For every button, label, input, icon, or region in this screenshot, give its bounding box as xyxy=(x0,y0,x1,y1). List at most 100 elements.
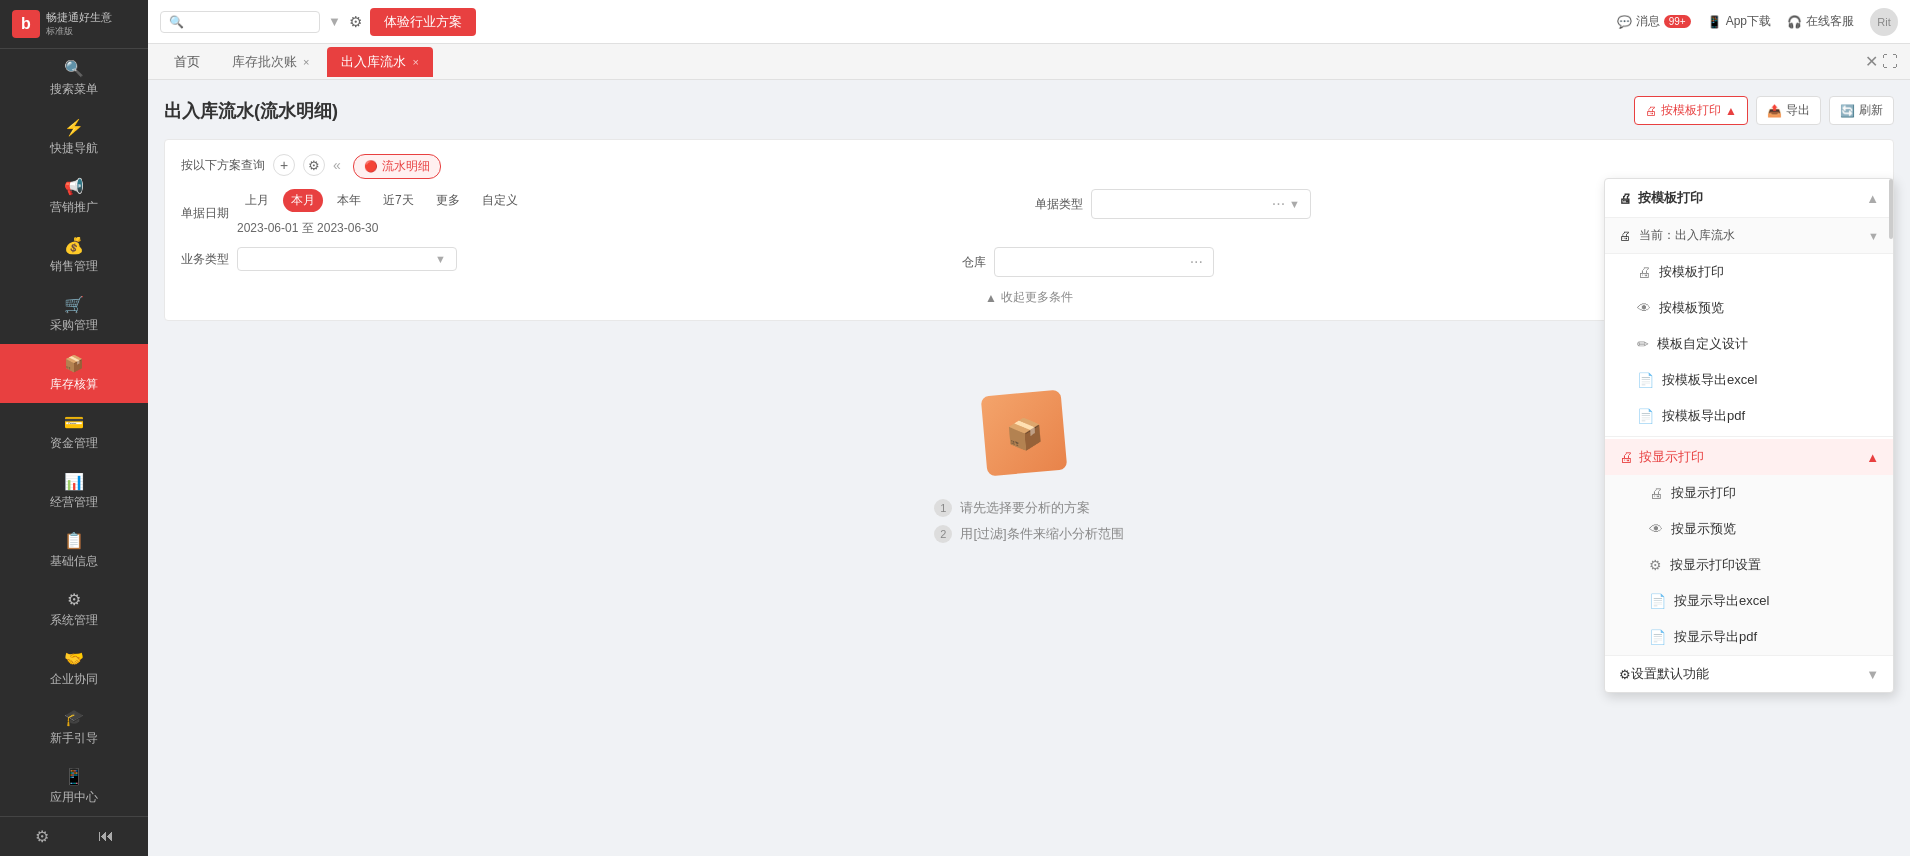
tab-close-inventory-batch[interactable]: × xyxy=(303,56,309,68)
dropdown-current-template[interactable]: 🖨 当前：出入库流水 ▼ xyxy=(1605,218,1893,254)
headset-icon: 🎧 xyxy=(1787,15,1802,29)
current-template-arrow-icon: ▼ xyxy=(1868,230,1879,242)
dropdown-display-print-settings[interactable]: ⚙ 按显示打印设置 xyxy=(1605,547,1893,583)
box-icon: 📦 xyxy=(64,354,84,373)
app-download-button[interactable]: 📱 App下载 xyxy=(1707,13,1771,30)
sidebar-item-basic[interactable]: 📋 基础信息 xyxy=(0,521,148,580)
filter-setting-button[interactable]: ⚙ xyxy=(303,154,325,176)
biz-type-group: 业务类型 ▼ xyxy=(181,247,950,271)
dropdown-display-print[interactable]: 🖨 按显示打印 xyxy=(1605,475,1893,511)
sidebar-item-purchase[interactable]: 🛒 采购管理 xyxy=(0,285,148,344)
settings-icon[interactable]: ⚙ xyxy=(35,827,49,846)
sidebar-item-cooperation[interactable]: 🤝 企业协同 xyxy=(0,639,148,698)
dropdown-footer-settings[interactable]: ⚙ 设置默认功能 ▼ xyxy=(1605,655,1893,692)
dropdown-export-excel-template[interactable]: 📄 按模板导出excel xyxy=(1605,362,1893,398)
voucher-type-more-icon[interactable]: ··· xyxy=(1272,195,1285,213)
topbar-gear-icon[interactable]: ⚙ xyxy=(349,13,362,31)
tab-inventory-flow[interactable]: 出入库流水 × xyxy=(327,47,432,77)
chart-icon: 📊 xyxy=(64,472,84,491)
search-input[interactable] xyxy=(188,15,311,29)
sidebar-item-system[interactable]: ⚙ 系统管理 xyxy=(0,580,148,639)
page-content: 出入库流水(流水明细) 🖨 按模板打印 ▲ 📤 导出 🔄 刷新 xyxy=(148,80,1910,856)
online-service-button[interactable]: 🎧 在线客服 xyxy=(1787,13,1854,30)
date-tab-custom[interactable]: 自定义 xyxy=(474,189,526,212)
date-tab-more[interactable]: 更多 xyxy=(428,189,468,212)
date-tab-last-month[interactable]: 上月 xyxy=(237,189,277,212)
dropdown-section-display-print[interactable]: 🖨 按显示打印 ▲ xyxy=(1605,439,1893,475)
tab-expand-button[interactable]: ⛶ xyxy=(1882,52,1898,71)
topbar-search[interactable]: 🔍 xyxy=(160,11,320,33)
collapse-filter-button[interactable]: « xyxy=(333,157,341,173)
sidebar-item-marketing[interactable]: 📢 营销推广 xyxy=(0,167,148,226)
sidebar-item-guide[interactable]: 🎓 新手引导 xyxy=(0,698,148,757)
tab-inventory-batch[interactable]: 库存批次账 × xyxy=(218,47,323,77)
warehouse-select[interactable]: ··· xyxy=(994,247,1214,277)
print-icon: 🖨 xyxy=(1645,104,1657,118)
date-picker-tabs: 上月 本月 本年 近7天 更多 自定义 xyxy=(237,189,526,212)
tabs-bar: 首页 库存批次账 × 出入库流水 × ✕ ⛶ xyxy=(148,44,1910,80)
trial-button[interactable]: 体验行业方案 xyxy=(370,8,476,36)
dropdown-display-export-pdf[interactable]: 📄 按显示导出pdf xyxy=(1605,619,1893,655)
export-button[interactable]: 📤 导出 xyxy=(1756,96,1821,125)
custom-template-icon: ✏ xyxy=(1637,336,1649,352)
sidebar-item-label: 营销推广 xyxy=(50,199,98,216)
sidebar-item-search[interactable]: 🔍 搜索菜单 xyxy=(0,49,148,108)
dropdown-header-arrow-icon[interactable]: ▲ xyxy=(1866,191,1879,206)
sidebar-item-label: 经营管理 xyxy=(50,494,98,511)
print-template-button[interactable]: 🖨 按模板打印 ▲ xyxy=(1634,96,1748,125)
excel-template-icon: 📄 xyxy=(1637,372,1654,388)
date-tab-this-year[interactable]: 本年 xyxy=(329,189,369,212)
scrollbar-thumb[interactable] xyxy=(1889,179,1893,239)
print-template-label: 按模板打印 xyxy=(1661,102,1721,119)
date-tab-7days[interactable]: 近7天 xyxy=(375,189,422,212)
display-preview-icon: 👁 xyxy=(1649,521,1663,537)
filter-chip-flow[interactable]: 🔴 流水明细 xyxy=(353,154,441,179)
tip-text-2: 用[过滤]条件来缩小分析范围 xyxy=(960,525,1123,543)
inventory-batch-tab-label: 库存批次账 xyxy=(232,53,297,71)
tab-close-all-button[interactable]: ✕ xyxy=(1865,52,1878,71)
current-template-label: 当前：出入库流水 xyxy=(1639,227,1735,244)
dropdown-export-pdf-template[interactable]: 📄 按模板导出pdf xyxy=(1605,398,1893,434)
dropdown-display-export-excel[interactable]: 📄 按显示导出excel xyxy=(1605,583,1893,619)
warehouse-more-icon[interactable]: ··· xyxy=(1190,253,1203,271)
pdf-template-icon: 📄 xyxy=(1637,408,1654,424)
logo-icon: b xyxy=(12,10,40,38)
collapse-more-label: 收起更多条件 xyxy=(1001,289,1073,306)
message-icon: 💬 xyxy=(1617,15,1632,29)
dropdown-arrow-icon[interactable]: ▼ xyxy=(328,14,341,29)
print-dropdown-icon: 🖨 xyxy=(1619,191,1632,206)
tab-close-inventory-flow[interactable]: × xyxy=(412,56,418,68)
current-template-icon: 🖨 xyxy=(1619,229,1631,243)
collapse-sidebar-icon[interactable]: ⏮ xyxy=(98,827,114,846)
user-avatar[interactable]: Rit xyxy=(1870,8,1898,36)
dropdown-divider xyxy=(1605,436,1893,437)
biz-type-arrow-icon: ▼ xyxy=(435,253,446,265)
date-tab-this-month[interactable]: 本月 xyxy=(283,189,323,212)
tab-home[interactable]: 首页 xyxy=(160,47,214,77)
search-row-1: 按以下方案查询 + ⚙ « 🔴 流水明细 xyxy=(181,154,1877,179)
message-button[interactable]: 💬 消息 99+ xyxy=(1617,13,1691,30)
sidebar-item-app-center[interactable]: 📱 应用中心 xyxy=(0,757,148,816)
biz-type-select[interactable]: ▼ xyxy=(237,247,457,271)
dropdown-preview-template[interactable]: 👁 按模板预览 xyxy=(1605,290,1893,326)
date-field-group: 单据日期 上月 本月 本年 近7天 更多 自定义 2023-06-01 至 20… xyxy=(181,189,1023,237)
date-label: 单据日期 xyxy=(181,205,229,222)
sidebar-item-inventory[interactable]: 📦 库存核算 xyxy=(0,344,148,403)
voucher-type-select[interactable]: ··· ▼ xyxy=(1091,189,1311,219)
download-icon: 📱 xyxy=(1707,15,1722,29)
add-filter-button[interactable]: + xyxy=(273,154,295,176)
collapse-more-button[interactable]: ▲ 收起更多条件 xyxy=(985,289,1073,306)
tabs-right-controls: ✕ ⛶ xyxy=(1865,52,1898,71)
dropdown-sub-display: 🖨 按显示打印 👁 按显示预览 ⚙ 按显示打印设置 📄 按显示导出excel 📄 xyxy=(1605,475,1893,655)
search-icon: 🔍 xyxy=(169,15,184,29)
refresh-button[interactable]: 🔄 刷新 xyxy=(1829,96,1894,125)
sidebar-item-operation[interactable]: 📊 经营管理 xyxy=(0,462,148,521)
dropdown-print-template[interactable]: 🖨 按模板打印 xyxy=(1605,254,1893,290)
sidebar: b 畅捷通好生意 标准版 🔍 搜索菜单 ⚡ 快捷导航 📢 营销推广 💰 销售管理… xyxy=(0,0,148,856)
sidebar-item-sales[interactable]: 💰 销售管理 xyxy=(0,226,148,285)
sidebar-item-quick-nav[interactable]: ⚡ 快捷导航 xyxy=(0,108,148,167)
display-print-section-label: 按显示打印 xyxy=(1639,448,1704,466)
dropdown-custom-template[interactable]: ✏ 模板自定义设计 xyxy=(1605,326,1893,362)
dropdown-display-preview[interactable]: 👁 按显示预览 xyxy=(1605,511,1893,547)
sidebar-item-finance[interactable]: 💳 资金管理 xyxy=(0,403,148,462)
